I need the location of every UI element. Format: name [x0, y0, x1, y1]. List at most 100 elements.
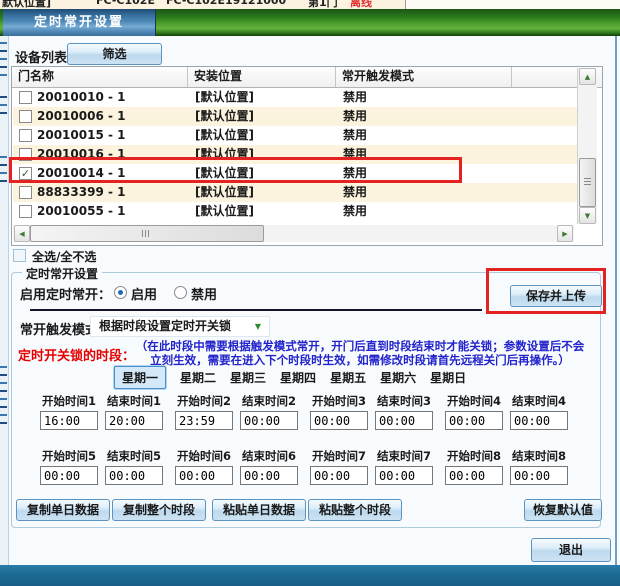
time-slot-column: 结束时间1 [105, 393, 163, 430]
time-input-end-7[interactable] [375, 466, 433, 485]
mode-cell: 禁用 [343, 126, 367, 145]
table-row[interactable]: 20010015 - 1 [默认位置] 禁用 [13, 126, 577, 145]
trigger-mode-value: 根据时段设置定时开关锁 [99, 319, 231, 333]
time-input-end-6[interactable] [240, 466, 298, 485]
background-window-fragment [0, 374, 7, 376]
time-slot-column: 开始时间3 [310, 393, 368, 430]
select-all-checkbox[interactable] [13, 249, 26, 262]
radio-enable-label[interactable]: 启用 [131, 284, 157, 303]
weekday-tab[interactable]: 星期日 [430, 366, 466, 389]
time-label: 开始时间4 [445, 393, 503, 409]
location-cell: [默认位置] [195, 88, 254, 107]
time-label: 结束时间7 [375, 448, 433, 464]
time-input-start-1[interactable] [40, 411, 98, 430]
weekday-tab[interactable]: 星期二 [180, 366, 216, 389]
time-label: 开始时间8 [445, 448, 503, 464]
weekday-tab[interactable]: 星期五 [330, 366, 366, 389]
paste-whole-period-button[interactable]: 粘贴整个时段 [308, 499, 402, 521]
row-checkbox[interactable] [19, 110, 32, 123]
time-input-start-6[interactable] [175, 466, 233, 485]
horizontal-scrollbar[interactable]: ◀ ▶ [13, 225, 574, 242]
table-row[interactable]: 88833399 - 1 [默认位置] 禁用 [13, 183, 577, 202]
mode-cell: 禁用 [343, 183, 367, 202]
time-slot-column: 结束时间7 [375, 448, 433, 485]
time-input-end-2[interactable] [240, 411, 298, 430]
column-open-mode[interactable]: 常开触发模式 [336, 67, 512, 87]
row-checkbox[interactable] [19, 91, 32, 104]
scroll-down-icon[interactable]: ▼ [579, 207, 596, 224]
time-input-end-8[interactable] [510, 466, 568, 485]
time-slot-group: 开始时间5结束时间5 [40, 448, 163, 485]
time-label: 开始时间1 [40, 393, 98, 409]
paste-day-data-button[interactable]: 粘贴单日数据 [212, 499, 306, 521]
door-table-body: 20010010 - 1[默认位置]禁用20010006 - 1[默认位置]禁用… [13, 88, 577, 221]
chevron-down-icon[interactable]: ▼ [255, 322, 261, 332]
time-input-end-4[interactable] [510, 411, 568, 430]
time-input-start-5[interactable] [40, 466, 98, 485]
background-window-strip: 默认位置] FC-C102E FC-C102E19121000 第1门 离线 [0, 0, 620, 9]
time-slot-column: 开始时间8 [445, 448, 503, 485]
time-slot-column: 开始时间7 [310, 448, 368, 485]
background-window-fragment [0, 66, 7, 68]
table-row[interactable]: 20010055 - 1[默认位置]禁用 [13, 202, 577, 221]
time-input-start-3[interactable] [310, 411, 368, 430]
weekday-tab[interactable]: 星期三 [230, 366, 266, 389]
scroll-up-icon[interactable]: ▲ [579, 68, 596, 85]
location-cell: [默认位置] [195, 126, 254, 145]
time-slot-column: 结束时间8 [510, 448, 568, 485]
row-highlight-box [9, 157, 462, 183]
vertical-scroll-thumb[interactable] [579, 158, 596, 207]
dialog-right-border [615, 36, 617, 565]
exit-button[interactable]: 退出 [531, 538, 611, 562]
trigger-mode-select[interactable]: 根据时段设置定时开关锁 ▼ [90, 316, 270, 337]
vertical-scrollbar[interactable]: ▲ ▼ [577, 68, 597, 224]
tab-scheduled-open-settings[interactable]: 定时常开设置 [3, 9, 156, 36]
time-label: 结束时间3 [375, 393, 433, 409]
restore-defaults-button[interactable]: 恢复默认值 [524, 499, 602, 521]
background-window-fragment [0, 366, 7, 368]
weekday-tab[interactable]: 星期六 [380, 366, 416, 389]
weekday-tab[interactable]: 星期四 [280, 366, 316, 389]
background-window-fragment [0, 42, 7, 44]
time-input-end-5[interactable] [105, 466, 163, 485]
row-checkbox[interactable] [19, 129, 32, 142]
bottom-status-bar [0, 565, 620, 586]
time-slot-column: 开始时间4 [445, 393, 503, 430]
horizontal-scroll-thumb[interactable] [30, 225, 264, 242]
background-window-fragment [0, 96, 7, 98]
table-row[interactable]: 20010010 - 1[默认位置]禁用 [13, 88, 577, 107]
filter-button[interactable]: 筛选 [67, 43, 162, 65]
table-row[interactable]: 20010006 - 1[默认位置]禁用 [13, 107, 577, 126]
radio-enable[interactable] [114, 286, 127, 299]
copy-day-data-button[interactable]: 复制单日数据 [16, 499, 110, 521]
column-door-name[interactable]: 门名称 [12, 67, 188, 87]
time-input-start-2[interactable] [175, 411, 233, 430]
time-label: 结束时间5 [105, 448, 163, 464]
weekday-tab[interactable]: 星期一 [114, 366, 166, 389]
door-name-cell: 20010010 - 1 [37, 88, 125, 107]
door-name-cell: 20010015 - 1 [37, 126, 125, 145]
scroll-left-icon[interactable]: ◀ [14, 225, 30, 242]
settings-group-title: 定时常开设置 [22, 265, 102, 282]
row-checkbox[interactable] [19, 186, 32, 199]
time-slot-column: 结束时间2 [240, 393, 298, 430]
bg-serial-text: FC-C102E19121000 [166, 0, 286, 7]
time-input-end-1[interactable] [105, 411, 163, 430]
row-checkbox[interactable] [19, 205, 32, 218]
door-name-cell: 88833399 - 1 [37, 183, 125, 202]
location-cell: [默认位置] [195, 107, 254, 126]
time-input-start-7[interactable] [310, 466, 368, 485]
radio-disable-label[interactable]: 禁用 [191, 284, 217, 303]
background-window-fragment [0, 50, 7, 52]
background-window-fragment [0, 180, 7, 182]
time-input-start-8[interactable] [445, 466, 503, 485]
time-input-start-4[interactable] [445, 411, 503, 430]
column-location[interactable]: 安装位置 [188, 67, 336, 87]
radio-disable[interactable] [174, 286, 187, 299]
time-label: 结束时间1 [105, 393, 163, 409]
location-cell: [默认位置] [195, 183, 254, 202]
time-input-end-3[interactable] [375, 411, 433, 430]
scroll-right-icon[interactable]: ▶ [557, 225, 573, 242]
time-slot-column: 结束时间6 [240, 448, 298, 485]
copy-whole-period-button[interactable]: 复制整个时段 [112, 499, 206, 521]
